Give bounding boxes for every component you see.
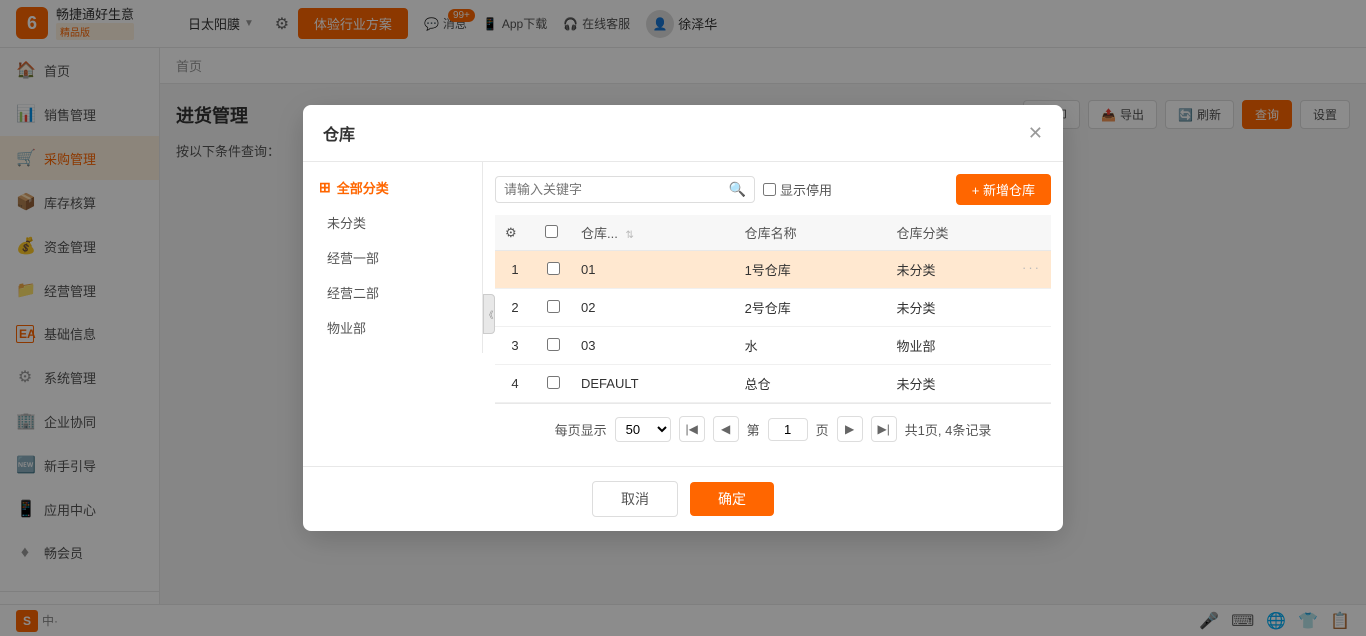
col-category: 仓库分类 [886,215,1051,251]
dialog-title: 仓库 [323,121,355,145]
row-index-1: 1 [495,251,535,289]
page-size-select[interactable]: 50 20 100 [615,417,671,442]
col-checkbox[interactable] [535,215,571,251]
row-code-1: 01 [571,251,735,289]
category-item-3[interactable]: 物业部 [303,310,482,345]
new-warehouse-button[interactable]: + 新增仓库 [956,174,1051,205]
row-name-3: 水 [735,327,887,365]
dialog-close-button[interactable]: ✕ [1028,124,1043,142]
row-checkbox-4[interactable] [547,376,560,389]
page-size-label: 每页显示 [555,420,607,439]
row-check-3[interactable] [535,327,571,365]
row-code-4: DEFAULT [571,365,735,403]
col-name-label: 仓库名称 [745,226,797,241]
table-head: ⚙ 仓库... ⇅ 仓库名称 [495,215,1051,251]
page-di-label: 第 [747,420,760,439]
dialog-footer: 取消 确定 [303,466,1063,531]
category-item-2[interactable]: 经营二部 [303,275,482,310]
table-area: 🔍 显示停用 + 新增仓库 ⚙ [483,162,1063,466]
collapse-icon: 《 [484,308,493,321]
table-scroll: ⚙ 仓库... ⇅ 仓库名称 [495,215,1051,403]
confirm-button[interactable]: 确定 [690,482,774,516]
cat-label-0: 未分类 [327,216,366,231]
col-cat-label: 仓库分类 [896,226,948,241]
row-name-1: 1号仓库 [735,251,887,289]
search-icon[interactable]: 🔍 [729,181,746,198]
table-row[interactable]: 3 03 水 物业部 [495,327,1051,365]
cat-label-2: 经营二部 [327,286,379,301]
pagination: 每页显示 50 20 100 |◀ ◀ 第 页 ▶ ▶| 共1页, 4条记录 [495,403,1051,454]
row-action-1[interactable]: ··· [1022,260,1041,275]
row-checkbox-3[interactable] [547,338,560,351]
first-page-btn[interactable]: |◀ [679,416,705,442]
table-row[interactable]: 4 DEFAULT 总仓 未分类 [495,365,1051,403]
category-item-1[interactable]: 经营一部 [303,240,482,275]
code-sort-icon[interactable]: ⇅ [625,230,633,241]
category-item-0[interactable]: 未分类 [303,205,482,240]
row-check-4[interactable] [535,365,571,403]
row-checkbox-2[interactable] [547,300,560,313]
category-sidebar: ⊞ 全部分类 未分类 经营一部 经营二部 物业部 [303,162,483,353]
row-name-4: 总仓 [735,365,887,403]
row-index-4: 4 [495,365,535,403]
row-name-2: 2号仓库 [735,289,887,327]
table-toolbar: 🔍 显示停用 + 新增仓库 [495,174,1051,205]
show-disabled-label[interactable]: 显示停用 [763,180,832,199]
col-name: 仓库名称 [735,215,887,251]
warehouse-dialog: 仓库 ✕ ⊞ 全部分类 未分类 经营一部 [303,105,1063,531]
search-box: 🔍 [495,176,755,203]
row-cat-3: 物业部 [886,327,1051,365]
page-number-input[interactable] [768,418,808,441]
all-categories-label: 全部分类 [337,178,389,197]
cancel-button[interactable]: 取消 [592,481,678,517]
row-index-2: 2 [495,289,535,327]
search-input[interactable] [504,182,725,197]
row-cat-1: 未分类 ··· [886,251,1051,289]
dialog-header: 仓库 ✕ [303,105,1063,162]
select-all-checkbox[interactable] [545,225,558,238]
prev-page-btn[interactable]: ◀ [713,416,739,442]
row-checkbox-1[interactable] [547,262,560,275]
row-check-2[interactable] [535,289,571,327]
next-page-btn[interactable]: ▶ [837,416,863,442]
row-code-2: 02 [571,289,735,327]
warehouse-table: ⚙ 仓库... ⇅ 仓库名称 [495,215,1051,403]
show-disabled-text: 显示停用 [780,180,832,199]
total-info: 共1页, 4条记录 [905,420,992,439]
table-header-row: ⚙ 仓库... ⇅ 仓库名称 [495,215,1051,251]
row-cat-4: 未分类 [886,365,1051,403]
row-index-3: 3 [495,327,535,365]
table-body: 1 01 1号仓库 未分类 ··· [495,251,1051,403]
grid-icon: ⊞ [319,179,331,196]
show-disabled-checkbox[interactable] [763,183,776,196]
col-settings[interactable]: ⚙ [495,215,535,251]
col-code-label: 仓库... [581,226,618,241]
row-check-1[interactable] [535,251,571,289]
all-categories-item[interactable]: ⊞ 全部分类 [303,170,482,205]
cat-label-3: 物业部 [327,321,366,336]
page-ye-label: 页 [816,420,829,439]
col-code: 仓库... ⇅ [571,215,735,251]
settings-col-icon: ⚙ [505,225,517,240]
row-cat-2: 未分类 [886,289,1051,327]
table-row[interactable]: 2 02 2号仓库 未分类 [495,289,1051,327]
row-code-3: 03 [571,327,735,365]
dialog-overlay: 仓库 ✕ ⊞ 全部分类 未分类 经营一部 [0,0,1366,636]
dialog-body: ⊞ 全部分类 未分类 经营一部 经营二部 物业部 [303,162,1063,466]
cat-label-1: 经营一部 [327,251,379,266]
last-page-btn[interactable]: ▶| [871,416,897,442]
category-collapse-btn[interactable]: 《 [483,294,495,334]
table-row[interactable]: 1 01 1号仓库 未分类 ··· [495,251,1051,289]
